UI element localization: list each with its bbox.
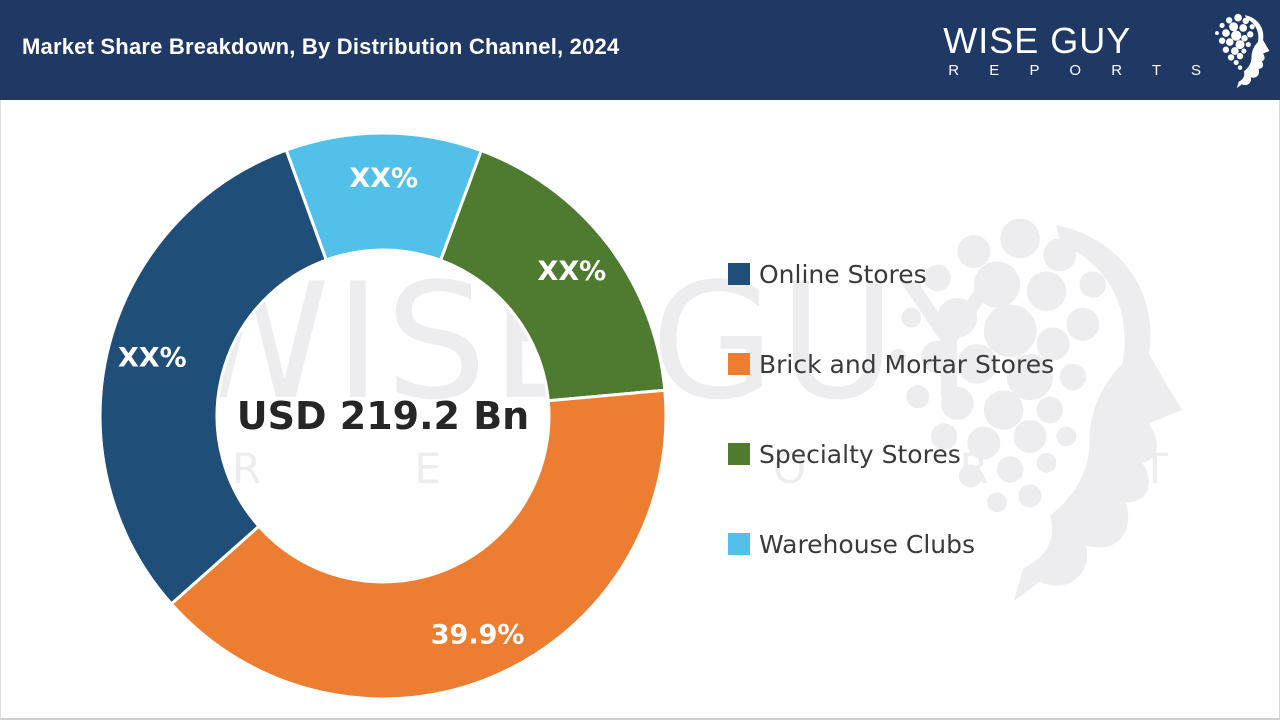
legend-swatch-brick-and-mortar-stores	[728, 353, 750, 375]
donut-center-value: USD 219.2 Bn	[236, 394, 530, 438]
legend-item-brick-and-mortar-stores: Brick and Mortar Stores	[728, 342, 1054, 386]
donut-segment-online-stores	[98, 148, 328, 606]
logo-face-icon	[1215, 13, 1270, 89]
logo-subtitle: R E P O R T S	[948, 62, 1214, 79]
donut-segment-label: 39.9%	[431, 619, 525, 650]
legend-label: Online Stores	[759, 259, 927, 289]
infographic-page: WISE GUY R E P O R T S XX% XX% 39.9% XX% US…	[0, 0, 1280, 720]
wise-guy-reports-logo: WISE GUY R E P O R T S	[943, 10, 1272, 92]
legend-item-specialty-stores: Specialty Stores	[728, 432, 1054, 476]
chart-legend: Online Stores Brick and Mortar Stores Sp…	[728, 252, 1054, 612]
legend-item-warehouse-clubs: Warehouse Clubs	[728, 522, 1054, 566]
donut-segment-label: XX%	[538, 256, 607, 287]
legend-item-online-stores: Online Stores	[728, 252, 1054, 296]
header-bar: Market Share Breakdown, By Distribution …	[0, 0, 1280, 100]
legend-swatch-online-stores	[728, 263, 750, 285]
donut-segment-label: XX%	[349, 163, 418, 194]
logo-wordmark: WISE GUY	[943, 20, 1132, 61]
donut-segment-label: XX%	[118, 343, 187, 374]
legend-label: Specialty Stores	[759, 439, 961, 469]
legend-label: Warehouse Clubs	[759, 529, 976, 559]
legend-swatch-warehouse-clubs	[728, 533, 750, 555]
legend-swatch-specialty-stores	[728, 443, 750, 465]
legend-label: Brick and Mortar Stores	[759, 349, 1055, 379]
page-title: Market Share Breakdown, By Distribution …	[22, 34, 620, 59]
